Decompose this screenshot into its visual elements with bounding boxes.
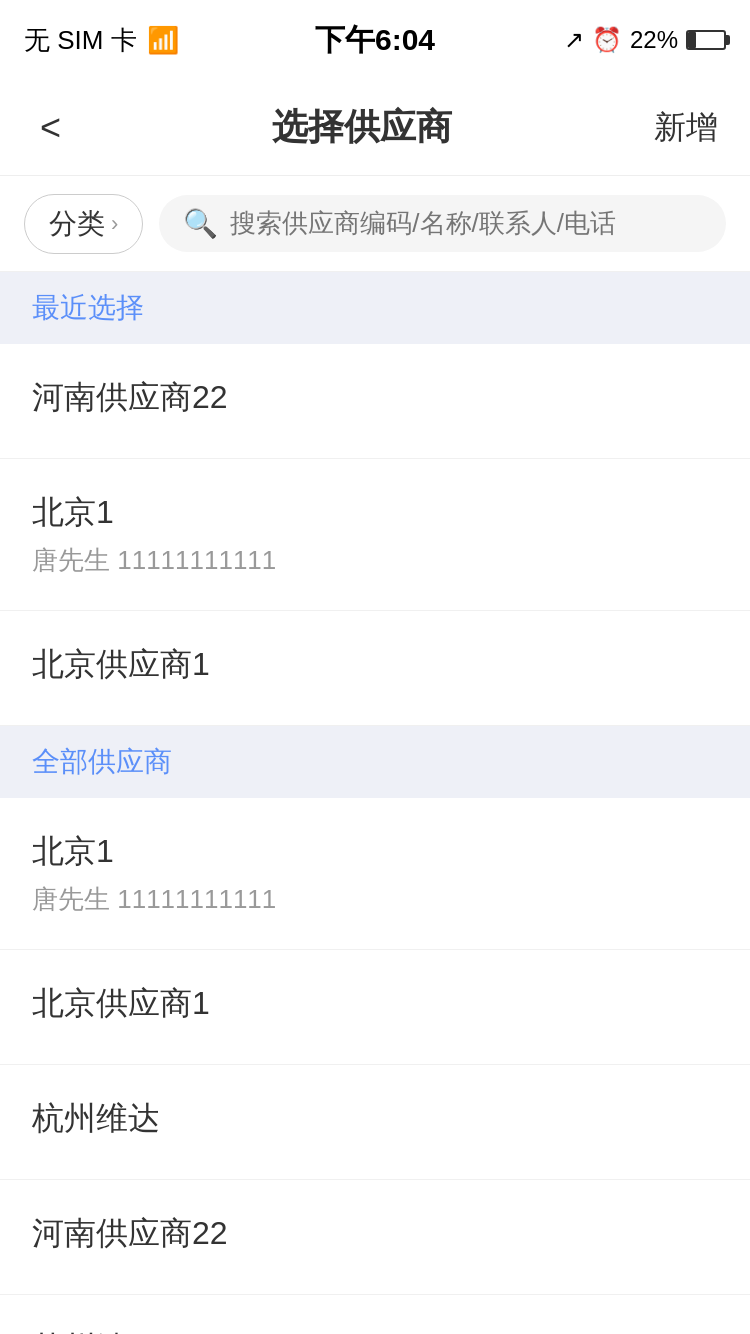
recent-list-item[interactable]: 河南供应商22 [0,344,750,459]
battery-icon [686,30,726,50]
recent-section-label: 最近选择 [32,289,144,327]
all-list-item[interactable]: 河南供应商22 [0,1180,750,1295]
item-name: 北京1 [32,491,718,535]
battery-fill [688,32,696,48]
item-sub: 唐先生 11111111111 [32,882,718,917]
chevron-right-icon: › [111,211,118,237]
item-name: 北京供应商1 [32,982,718,1026]
nav-bar: < 选择供应商 新增 [0,80,750,176]
item-name: 北京1 [32,830,718,874]
location-icon: ↗ [564,26,584,54]
all-list-item[interactable]: 北京供应商1 [0,950,750,1065]
all-list: 北京1 唐先生 11111111111 北京供应商1 杭州维达河南供应商22 苏州清风 [0,798,750,1334]
item-name: 北京供应商1 [32,643,718,687]
search-input[interactable] [230,208,702,239]
all-section-label: 全部供应商 [32,743,172,781]
search-icon: 🔍 [183,207,218,240]
add-button[interactable]: 新增 [654,106,718,150]
recent-list-item[interactable]: 北京1 唐先生 11111111111 [0,459,750,611]
item-sub: 唐先生 11111111111 [32,543,718,578]
recent-list: 河南供应商22 北京1 唐先生 11111111111 北京供应商1 [0,344,750,726]
all-list-item[interactable]: 苏州清风 [0,1295,750,1334]
wifi-icon: 📶 [147,25,179,56]
category-button[interactable]: 分类 › [24,194,143,254]
item-name: 河南供应商22 [32,1212,718,1256]
battery-text: 22% [630,26,678,54]
filter-bar: 分类 › 🔍 [0,176,750,272]
page-title: 选择供应商 [272,103,452,152]
all-list-item[interactable]: 北京1 唐先生 11111111111 [0,798,750,950]
recent-section-header: 最近选择 [0,272,750,344]
alarm-icon: ⏰ [592,26,622,54]
status-bar: 无 SIM 卡 📶 下午6:04 ↗ ⏰ 22% [0,0,750,80]
status-carrier: 无 SIM 卡 📶 [24,23,179,58]
status-right: ↗ ⏰ 22% [564,26,726,54]
all-section-header: 全部供应商 [0,726,750,798]
category-label: 分类 [49,205,105,243]
back-button[interactable]: < [32,99,69,157]
status-time: 下午6:04 [315,20,435,61]
search-box[interactable]: 🔍 [159,195,726,252]
item-name: 杭州维达 [32,1097,718,1141]
item-name: 苏州清风 [32,1327,718,1334]
recent-list-item[interactable]: 北京供应商1 [0,611,750,726]
carrier-text: 无 SIM 卡 [24,23,137,58]
all-list-item[interactable]: 杭州维达 [0,1065,750,1180]
item-name: 河南供应商22 [32,376,718,420]
